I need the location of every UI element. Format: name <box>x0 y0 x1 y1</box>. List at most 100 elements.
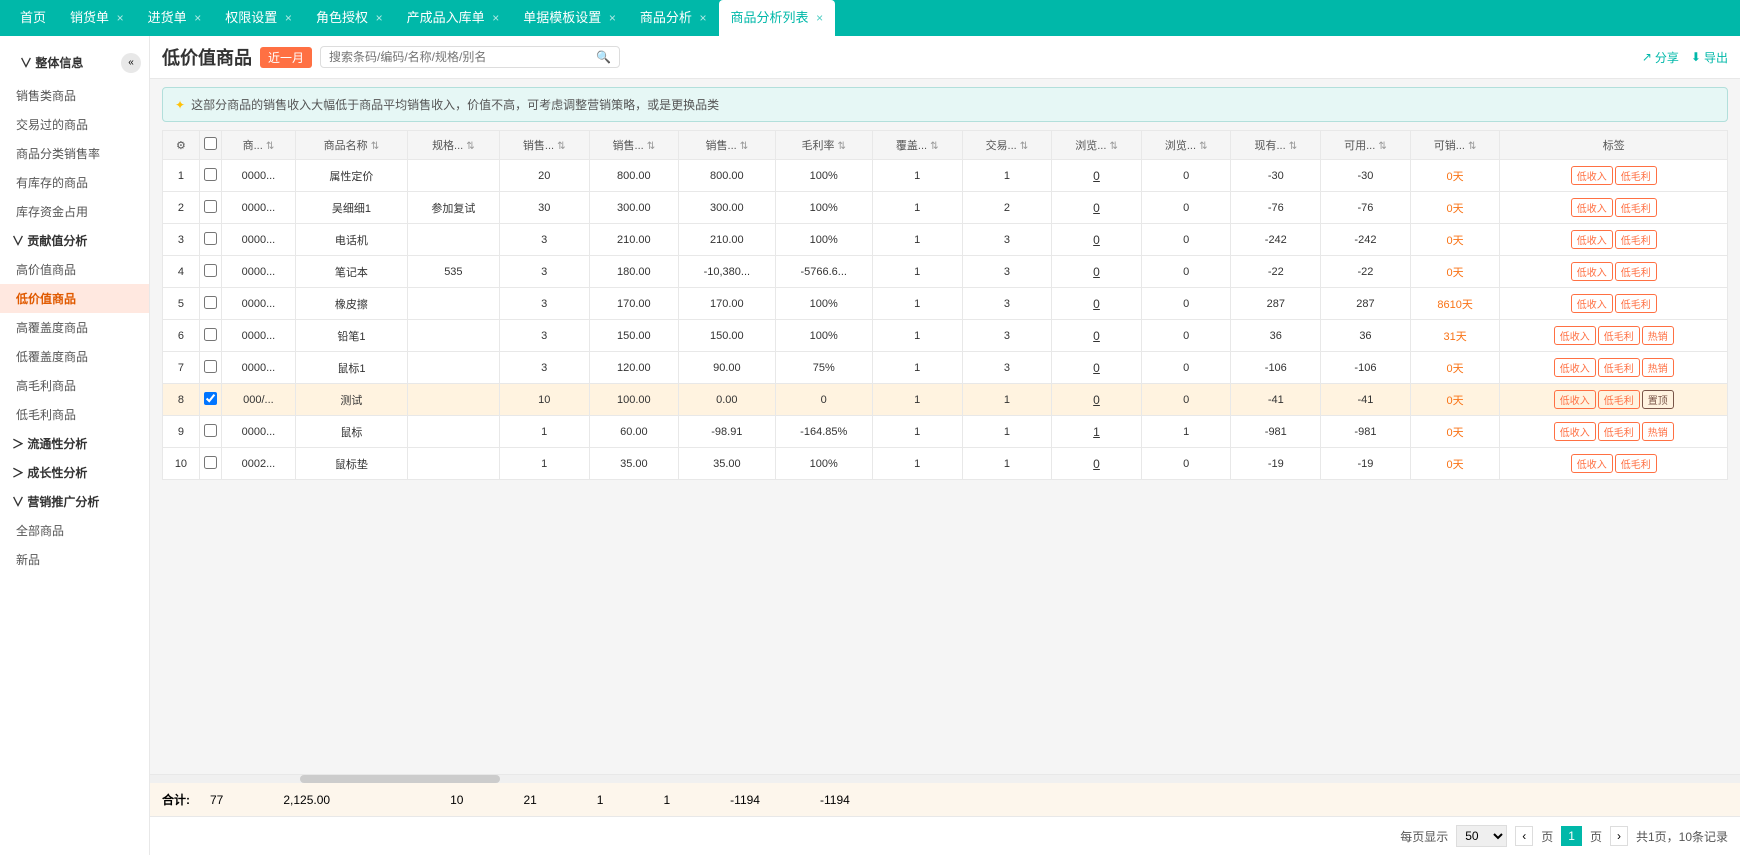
row-checkbox-cell[interactable] <box>199 320 221 352</box>
sidebar-collapse-btn[interactable]: « <box>121 53 141 73</box>
browse1-link[interactable]: 0 <box>1093 393 1100 407</box>
share-button[interactable]: ↗ 分享 <box>1642 49 1679 66</box>
current-page-button[interactable]: 1 <box>1561 826 1582 846</box>
col-trade[interactable]: 交易... ⇅ <box>962 131 1052 160</box>
nav-role[interactable]: 角色授权 × <box>304 0 395 36</box>
scrollbar[interactable] <box>150 775 1740 783</box>
select-all-checkbox[interactable] <box>204 137 217 150</box>
sidebar-item-low-margin[interactable]: 低毛利商品 <box>0 400 149 429</box>
sidebar-item-high-coverage[interactable]: 高覆盖度商品 <box>0 313 149 342</box>
row-checkbox[interactable] <box>204 168 217 181</box>
row-checkbox[interactable] <box>204 264 217 277</box>
row-checkbox[interactable] <box>204 424 217 437</box>
next-page-button[interactable]: › <box>1610 826 1628 846</box>
row-checkbox-cell[interactable] <box>199 384 221 416</box>
row-checkbox-cell[interactable] <box>199 160 221 192</box>
row-margin: -5766.6... <box>775 256 872 288</box>
browse1-link[interactable]: 1 <box>1093 425 1100 439</box>
sidebar-item-high-value[interactable]: 高价值商品 <box>0 255 149 284</box>
col-browse2[interactable]: 浏览... ⇅ <box>1141 131 1231 160</box>
nav-goods-analysis[interactable]: 商品分析 × <box>628 0 719 36</box>
row-browse1[interactable]: 0 <box>1052 256 1142 288</box>
nav-product-in[interactable]: 产成品入库单 × <box>395 0 512 36</box>
row-checkbox[interactable] <box>204 296 217 309</box>
row-checkbox-cell[interactable] <box>199 256 221 288</box>
sidebar-group-liquidity[interactable]: ＞ 流通性分析 <box>0 429 149 458</box>
row-browse1[interactable]: 0 <box>1052 352 1142 384</box>
product-tag: 低毛利 <box>1598 390 1640 409</box>
col-sales-qty[interactable]: 销售... ⇅ <box>499 131 589 160</box>
browse1-link[interactable]: 0 <box>1093 361 1100 375</box>
row-browse1[interactable]: 0 <box>1052 320 1142 352</box>
nav-template[interactable]: 单据模板设置 × <box>511 0 628 36</box>
row-checkbox-cell[interactable] <box>199 224 221 256</box>
page-size-select[interactable]: 50 100 <box>1456 825 1507 847</box>
row-name: 橡皮擦 <box>295 288 407 320</box>
row-checkbox-cell[interactable] <box>199 416 221 448</box>
row-browse1[interactable]: 0 <box>1052 288 1142 320</box>
col-sales-profit[interactable]: 销售... ⇅ <box>679 131 775 160</box>
sidebar-item-traded-goods[interactable]: 交易过的商品 <box>0 110 149 139</box>
col-browse1[interactable]: 浏览... ⇅ <box>1052 131 1142 160</box>
nav-home[interactable]: 首页 <box>8 0 58 36</box>
nav-purchase[interactable]: 进货单 × <box>136 0 214 36</box>
row-browse1[interactable]: 0 <box>1052 448 1142 480</box>
col-settings[interactable]: ⚙ <box>163 131 200 160</box>
export-button[interactable]: ⬇ 导出 <box>1691 49 1728 66</box>
col-code[interactable]: 商... ⇅ <box>221 131 295 160</box>
col-sales-amount[interactable]: 销售... ⇅ <box>589 131 679 160</box>
sidebar-group-marketing[interactable]: ∨ 营销推广分析 <box>0 487 149 516</box>
col-margin[interactable]: 毛利率 ⇅ <box>775 131 872 160</box>
sidebar-item-inventory-funds[interactable]: 库存资金占用 <box>0 197 149 226</box>
sidebar-item-low-value[interactable]: 低价值商品 <box>0 284 149 313</box>
row-margin: 100% <box>775 160 872 192</box>
sidebar-item-low-coverage[interactable]: 低覆盖度商品 <box>0 342 149 371</box>
col-name[interactable]: 商品名称 ⇅ <box>295 131 407 160</box>
browse1-link[interactable]: 0 <box>1093 297 1100 311</box>
row-browse2: 0 <box>1141 448 1231 480</box>
row-checkbox-cell[interactable] <box>199 288 221 320</box>
col-spec[interactable]: 规格... ⇅ <box>407 131 499 160</box>
row-checkbox[interactable] <box>204 456 217 469</box>
browse1-link[interactable]: 0 <box>1093 201 1100 215</box>
row-checkbox[interactable] <box>204 392 217 405</box>
row-checkbox[interactable] <box>204 328 217 341</box>
row-checkbox-cell[interactable] <box>199 352 221 384</box>
row-checkbox-cell[interactable] <box>199 192 221 224</box>
browse1-link[interactable]: 0 <box>1093 329 1100 343</box>
row-browse1[interactable]: 0 <box>1052 384 1142 416</box>
row-checkbox[interactable] <box>204 360 217 373</box>
col-sellable[interactable]: 可销... ⇅ <box>1410 131 1500 160</box>
row-checkbox[interactable] <box>204 200 217 213</box>
browse1-link[interactable]: 0 <box>1093 233 1100 247</box>
row-checkbox[interactable] <box>204 232 217 245</box>
sidebar-group-growth[interactable]: ＞ 成长性分析 <box>0 458 149 487</box>
sidebar-item-sales-goods[interactable]: 销售类商品 <box>0 81 149 110</box>
sidebar-group-overall[interactable]: ∨ 整体信息 <box>8 48 121 77</box>
row-trade: 3 <box>962 352 1052 384</box>
sidebar-item-all-goods[interactable]: 全部商品 <box>0 516 149 545</box>
nav-permission[interactable]: 权限设置 × <box>213 0 304 36</box>
search-input[interactable] <box>329 50 592 64</box>
row-browse1[interactable]: 0 <box>1052 160 1142 192</box>
nav-sales[interactable]: 销货单 × <box>58 0 136 36</box>
col-available[interactable]: 可用... ⇅ <box>1321 131 1411 160</box>
sidebar-group-contribution[interactable]: ∨ 贡献值分析 <box>0 226 149 255</box>
row-checkbox-cell[interactable] <box>199 448 221 480</box>
col-coverage[interactable]: 覆盖... ⇅ <box>872 131 962 160</box>
col-current[interactable]: 现有... ⇅ <box>1231 131 1321 160</box>
row-browse1[interactable]: 0 <box>1052 224 1142 256</box>
browse1-link[interactable]: 0 <box>1093 169 1100 183</box>
time-tag-button[interactable]: 近一月 <box>260 47 312 68</box>
browse1-link[interactable]: 0 <box>1093 265 1100 279</box>
row-browse1[interactable]: 0 <box>1052 192 1142 224</box>
row-tags: 低收入低毛利 <box>1500 256 1728 288</box>
browse1-link[interactable]: 0 <box>1093 457 1100 471</box>
row-browse1[interactable]: 1 <box>1052 416 1142 448</box>
sidebar-item-category-sales[interactable]: 商品分类销售率 <box>0 139 149 168</box>
prev-page-button[interactable]: ‹ <box>1515 826 1533 846</box>
sidebar-item-high-margin[interactable]: 高毛利商品 <box>0 371 149 400</box>
sidebar-item-stocked-goods[interactable]: 有库存的商品 <box>0 168 149 197</box>
sidebar-item-new-goods[interactable]: 新品 <box>0 545 149 574</box>
nav-goods-analysis-list[interactable]: 商品分析列表 × <box>719 0 836 36</box>
